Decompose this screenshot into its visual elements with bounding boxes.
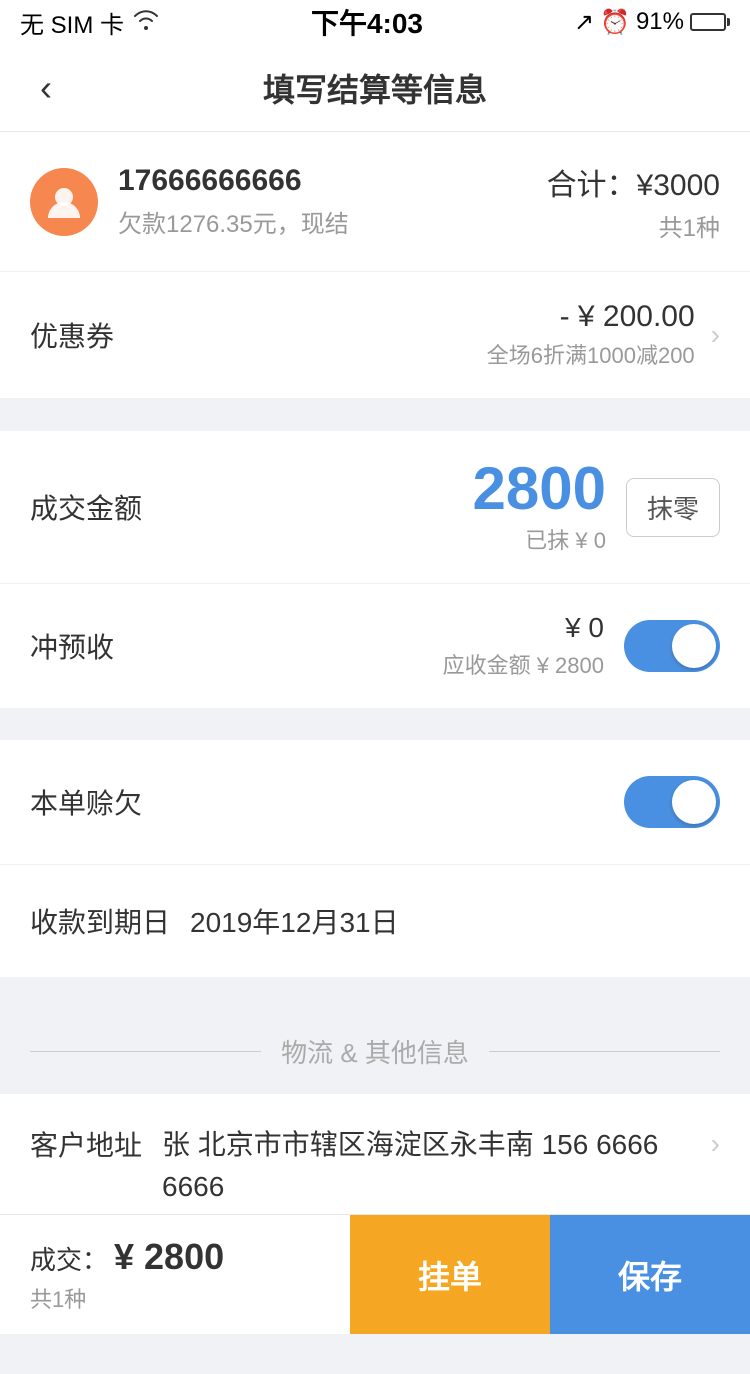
debt-label: 本单赊欠 (30, 782, 142, 822)
bottom-deal-label: 成交： (30, 1240, 108, 1277)
coupon-discount: - ¥ 200.00 (487, 300, 695, 334)
deal-erased: 已抹 ¥ 0 (525, 523, 606, 555)
chevron-right-icon: › (711, 319, 720, 351)
customer-total: 合计：¥3000 共1种 (547, 160, 720, 243)
customer-card: 17666666666 欠款1276.35元，现结 合计：¥3000 共1种 优… (0, 132, 750, 399)
duedate-row: 收款到期日 2019年12月31日 (0, 864, 750, 977)
toggle-knob (672, 624, 716, 668)
status-bar: 无 SIM 卡 下午4:03 ↗ ⏰ 91% (0, 0, 750, 44)
prepay-toggle[interactable] (624, 620, 720, 672)
battery-icon (690, 13, 730, 31)
debt-row: 本单赊欠 (0, 740, 750, 864)
customer-phone: 17666666666 (118, 164, 547, 198)
location-icon: ↗ (574, 8, 594, 37)
debt-toggle-knob (672, 780, 716, 824)
avatar (30, 168, 98, 236)
coupon-label: 优惠券 (30, 315, 114, 355)
coupon-row[interactable]: 优惠券 - ¥ 200.00 全场6折满1000减200 › (0, 272, 750, 399)
status-right: ↗ ⏰ 91% (574, 8, 730, 37)
address-label: 客户地址 (30, 1124, 142, 1164)
prepay-right: ¥ 0 应收金额 ¥ 2800 (443, 612, 720, 680)
wifi-icon (132, 8, 160, 37)
status-left: 无 SIM 卡 (20, 5, 160, 40)
bottom-deal-amount: ¥ 2800 (114, 1236, 224, 1278)
nav-bar: ‹ 填写结算等信息 (0, 44, 750, 132)
prepay-label: 冲预收 (30, 626, 114, 666)
carrier-text: 无 SIM 卡 (20, 5, 124, 40)
duedate-label: 收款到期日 (30, 901, 170, 941)
duedate-value: 2019年12月31日 (190, 901, 399, 941)
logistics-line-left (30, 1051, 261, 1052)
hold-button[interactable]: 挂单 (350, 1215, 550, 1334)
customer-debt: 欠款1276.35元，现结 (118, 204, 547, 239)
debt-toggle[interactable] (624, 776, 720, 828)
total-count: 共1种 (547, 208, 720, 243)
prepay-amount: ¥ 0 (443, 612, 604, 644)
deal-amount: 2800 (473, 459, 606, 519)
bottom-count: 共1种 (30, 1282, 320, 1314)
deal-row: 成交金额 2800 已抹 ¥ 0 抹零 (0, 431, 750, 584)
separator-3 (0, 993, 750, 1009)
deal-card: 成交金额 2800 已抹 ¥ 0 抹零 冲预收 ¥ 0 应收金额 ¥ 2800 (0, 431, 750, 708)
bottom-summary: 成交： ¥ 2800 共1种 (0, 1215, 350, 1334)
status-time: 下午4:03 (311, 2, 423, 42)
prepay-receivable: 应收金额 ¥ 2800 (443, 648, 604, 680)
address-chevron-icon: › (711, 1128, 720, 1160)
coupon-right: - ¥ 200.00 全场6折满1000减200 › (487, 300, 720, 370)
round-button[interactable]: 抹零 (626, 478, 720, 537)
prepay-row: 冲预收 ¥ 0 应收金额 ¥ 2800 (0, 584, 750, 708)
alarm-icon: ⏰ (600, 8, 630, 37)
back-button[interactable]: ‹ (30, 57, 62, 119)
logistics-section: 物流 & 其他信息 (0, 1009, 750, 1094)
debt-card: 本单赊欠 收款到期日 2019年12月31日 (0, 740, 750, 977)
customer-row: 17666666666 欠款1276.35元，现结 合计：¥3000 共1种 (0, 132, 750, 272)
save-button[interactable]: 保存 (550, 1215, 750, 1334)
battery-percent: 91% (636, 8, 684, 36)
bottom-bar: 成交： ¥ 2800 共1种 挂单 保存 (0, 1214, 750, 1334)
logistics-text: 物流 & 其他信息 (261, 1033, 489, 1070)
deal-amount-wrap: 2800 已抹 ¥ 0 抹零 (473, 459, 721, 555)
content: 17666666666 欠款1276.35元，现结 合计：¥3000 共1种 优… (0, 132, 750, 1374)
coupon-desc: 全场6折满1000减200 (487, 338, 695, 370)
separator-2 (0, 724, 750, 740)
address-value: 张 北京市市辖区海淀区永丰南 156 6666 6666 (162, 1124, 705, 1208)
total-amount: 合计：¥3000 (547, 160, 720, 204)
customer-info: 17666666666 欠款1276.35元，现结 (118, 164, 547, 239)
separator-1 (0, 415, 750, 431)
page-title: 填写结算等信息 (263, 65, 487, 111)
logistics-line-right (489, 1051, 720, 1052)
deal-label: 成交金额 (30, 487, 142, 527)
